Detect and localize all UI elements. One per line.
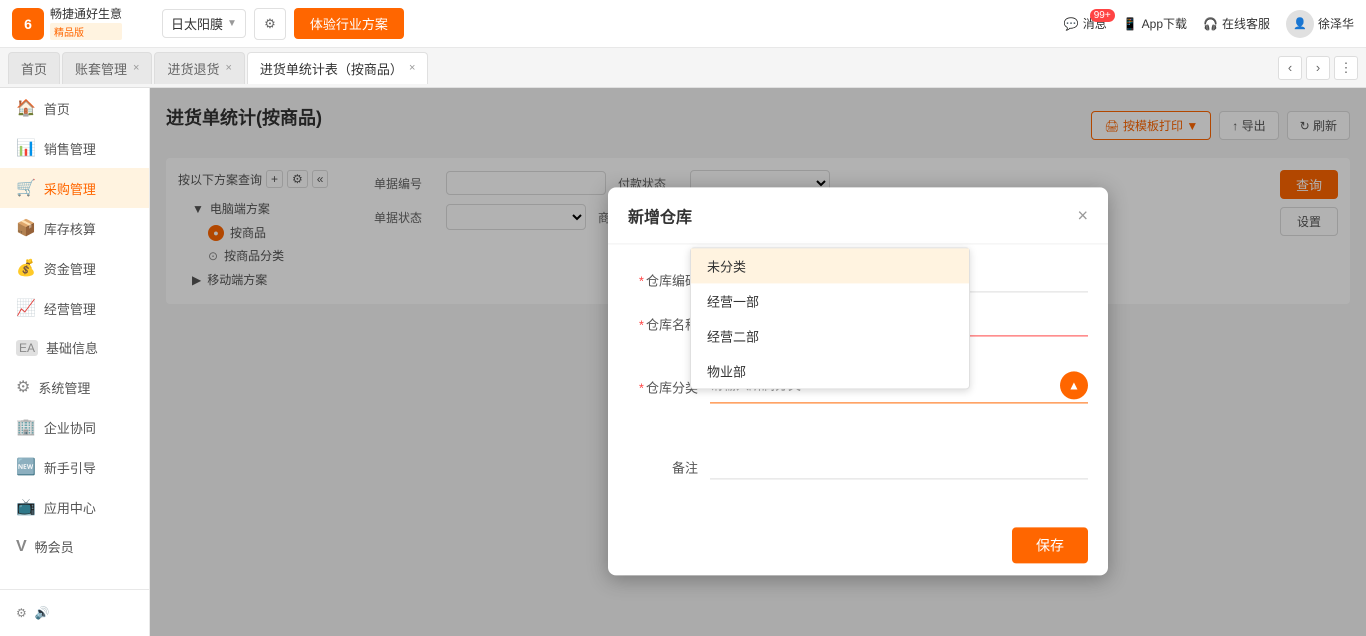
dropdown-item-dept1[interactable]: 经营一部 [691,283,969,318]
sidebar-item-sales[interactable]: 📊 销售管理 [0,128,149,168]
sidebar-item-basic[interactable]: EA 基础信息 [0,328,149,367]
notification-icon: 💬 [1064,17,1079,31]
logo-icon: 6 [12,8,44,40]
vip-icon: V [16,538,27,556]
guide-icon: 🆕 [16,457,36,477]
enterprise-icon: 🏢 [16,417,36,437]
tab-purchase-return[interactable]: 进货退货 × [154,52,244,84]
category-dropdown-toggle[interactable]: ▲ [1060,371,1088,399]
sidebar-item-guide[interactable]: 🆕 新手引导 [0,447,149,487]
modal-header: 新增仓库 × [608,187,1108,244]
modal-body: 仓库编码 仓库名称 请输入仓库名称 仓库分类 [608,244,1108,515]
sidebar-item-vip[interactable]: V 畅会员 [0,527,149,566]
tab-right-btn[interactable]: › [1306,56,1330,80]
sidebar-item-home[interactable]: 🏠 首页 [0,88,149,128]
sidebar-item-purchase[interactable]: 🛒 采购管理 [0,168,149,208]
operations-icon: 📈 [16,298,36,318]
notification-item[interactable]: 💬 消息 99+ [1064,15,1107,32]
remark-input[interactable] [710,451,1088,479]
sidebar-bottom: ⚙ 🔊 [0,589,149,636]
tab-close-purchase-stats[interactable]: × [409,62,415,74]
sidebar-item-operations[interactable]: 📈 经营管理 [0,288,149,328]
modal-close-button[interactable]: × [1077,205,1088,226]
app-download-item[interactable]: 📱 App下载 [1123,15,1187,32]
tab-left-btn[interactable]: ‹ [1278,56,1302,80]
content-area: 进货单统计(按商品) 🖨 按模板打印 ▼ ↑ 导出 ↻ 刷新 [150,88,1366,636]
app-center-icon: 📺 [16,497,36,517]
warehouse-category-label: 仓库分类 [628,371,698,396]
category-dropdown-list: 未分类 经营一部 经营二部 物业部 [690,247,970,389]
tab-controls: ‹ › ⋮ [1278,56,1358,80]
top-header: 6 畅捷通好生意 精品版 日太阳膜 ▼ ⚙ 体验行业方案 💬 消息 99+ 📱 … [0,0,1366,48]
purchase-icon: 🛒 [16,178,36,198]
user-item[interactable]: 👤 徐泽华 [1286,10,1354,38]
tab-purchase-stats[interactable]: 进货单统计表（按商品） × [247,52,428,84]
remark-label: 备注 [628,451,698,476]
tab-account[interactable]: 账套管理 × [62,52,152,84]
logo-area: 6 畅捷通好生意 精品版 [12,7,162,40]
settings-button[interactable]: ⚙ [254,8,286,40]
sidebar-item-system[interactable]: ⚙ 系统管理 [0,367,149,407]
add-warehouse-modal: 新增仓库 × 仓库编码 仓库名称 请输入仓库名称 [608,187,1108,575]
dropdown-item-unclassified[interactable]: 未分类 [691,248,969,283]
home-icon: 🏠 [16,98,36,118]
notification-badge: 99+ [1090,9,1115,22]
dropdown-item-property[interactable]: 物业部 [691,353,969,388]
sidebar-volume-icon: 🔊 [35,606,50,620]
store-dropdown-arrow: ▼ [227,18,237,29]
inventory-icon: 📦 [16,218,36,238]
customer-service-item[interactable]: 🎧 在线客服 [1203,15,1270,32]
sidebar-item-enterprise[interactable]: 🏢 企业协同 [0,407,149,447]
avatar: 👤 [1286,10,1314,38]
remark-row: 备注 [628,451,1088,479]
trial-button[interactable]: 体验行业方案 [294,8,404,39]
logo-text: 畅捷通好生意 [50,7,122,23]
header-middle: 日太阳膜 ▼ ⚙ 体验行业方案 [162,8,1064,40]
save-button[interactable]: 保存 [1012,527,1088,563]
warehouse-name-label: 仓库名称 [628,308,698,333]
basic-info-icon: EA [16,340,38,356]
tab-home[interactable]: 首页 [8,52,60,84]
modal-footer: 保存 [608,515,1108,575]
tab-menu-btn[interactable]: ⋮ [1334,56,1358,80]
main-layout: 🏠 首页 📊 销售管理 🛒 采购管理 📦 库存核算 💰 资金管理 📈 经营管理 … [0,88,1366,636]
tab-close-account[interactable]: × [133,62,139,74]
sidebar-item-finance[interactable]: 💰 资金管理 [0,248,149,288]
sales-icon: 📊 [16,138,36,158]
sidebar-item-inventory[interactable]: 📦 库存核算 [0,208,149,248]
remark-field [710,451,1088,479]
system-icon: ⚙ [16,377,30,397]
header-right: 💬 消息 99+ 📱 App下载 🎧 在线客服 👤 徐泽华 [1064,10,1354,38]
app-download-icon: 📱 [1123,17,1138,31]
dropdown-item-dept2[interactable]: 经营二部 [691,318,969,353]
logo-badge: 精品版 [50,23,122,40]
modal-title: 新增仓库 [628,203,692,227]
tab-bar: 首页 账套管理 × 进货退货 × 进货单统计表（按商品） × ‹ › ⋮ [0,48,1366,88]
store-selector[interactable]: 日太阳膜 ▼ [162,9,246,38]
sidebar-item-app-center[interactable]: 📺 应用中心 [0,487,149,527]
sidebar-settings-btn[interactable]: ⚙ 🔊 [0,598,149,628]
sidebar: 🏠 首页 📊 销售管理 🛒 采购管理 📦 库存核算 💰 资金管理 📈 经营管理 … [0,88,150,636]
tab-close-purchase-return[interactable]: × [225,62,231,74]
sidebar-gear-icon: ⚙ [16,606,27,620]
warehouse-code-label: 仓库编码 [628,264,698,289]
headphone-icon: 🎧 [1203,17,1218,31]
finance-icon: 💰 [16,258,36,278]
